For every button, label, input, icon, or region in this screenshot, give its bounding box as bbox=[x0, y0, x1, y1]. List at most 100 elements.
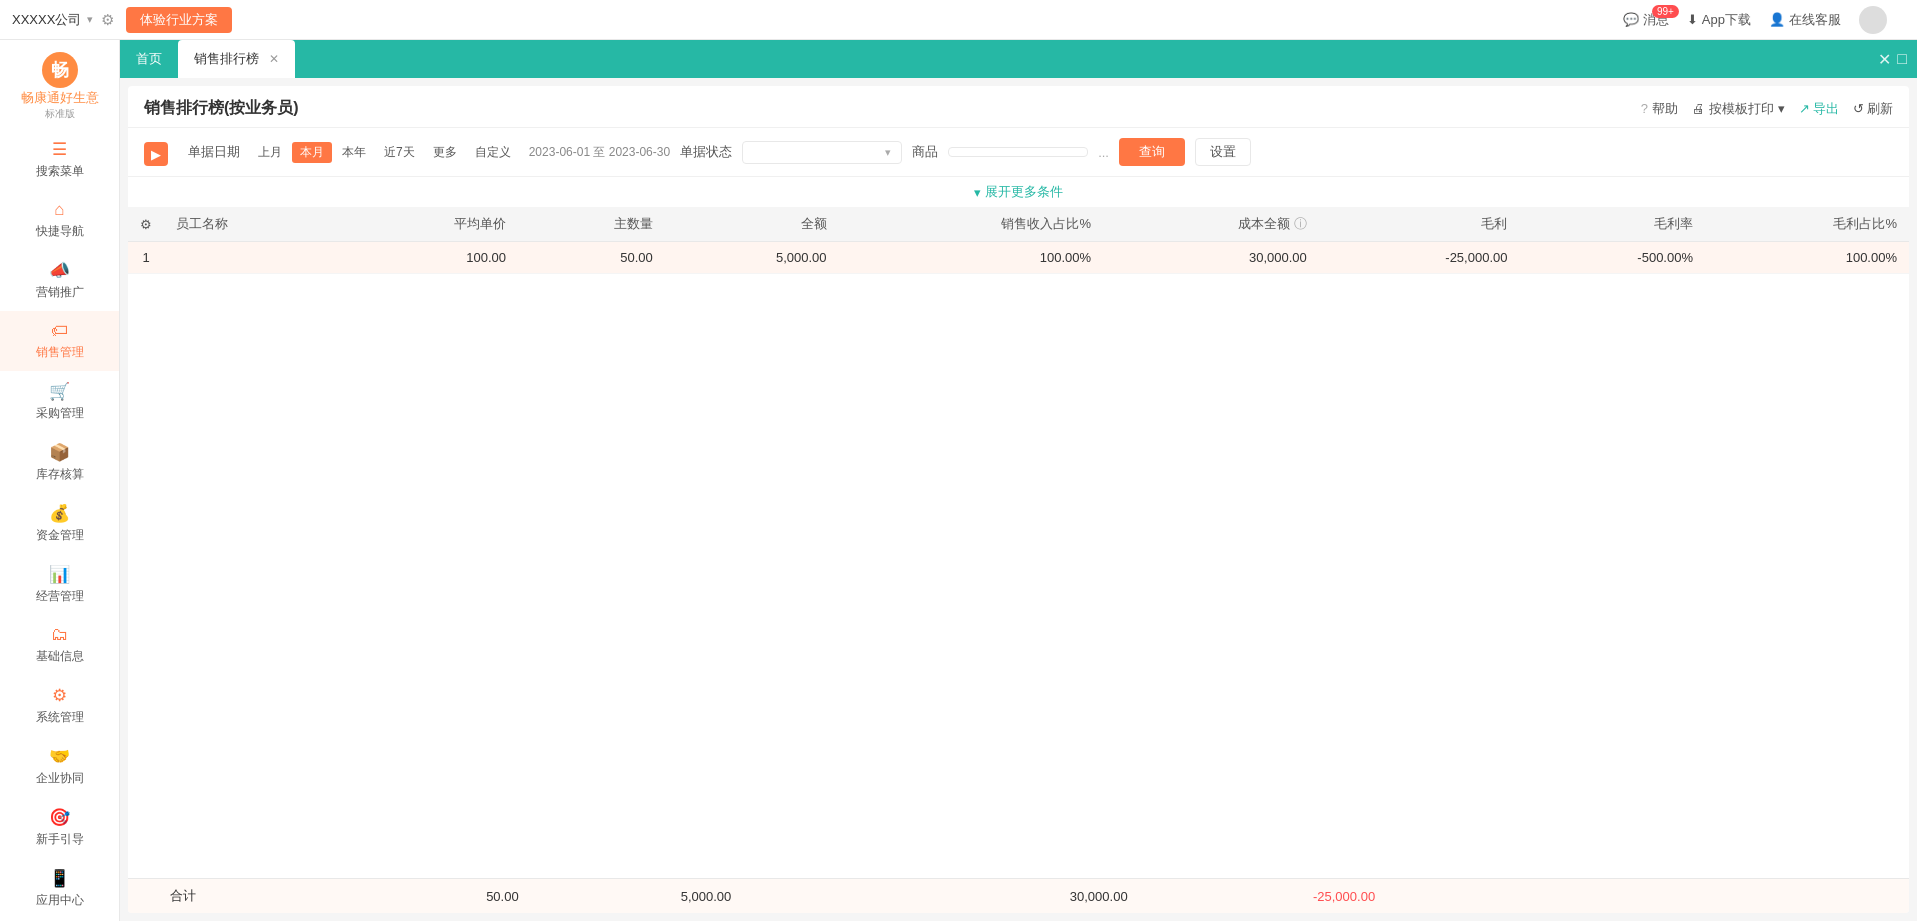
online-service-button[interactable]: 👤 在线客服 bbox=[1769, 11, 1841, 29]
cell-profit-pct: 100.00% bbox=[1705, 242, 1909, 274]
goods-input[interactable] bbox=[948, 147, 1088, 157]
date-tab-this-year[interactable]: 本年 bbox=[334, 142, 374, 163]
footer-amount: 5,000.00 bbox=[669, 879, 864, 913]
company-name: XXXXX公司 bbox=[12, 11, 81, 29]
main-content: 首页 销售排行榜 ✕ ✕ □ 销售排行榜(按业务员) ? 帮 bbox=[120, 40, 1917, 921]
date-tab-last-month[interactable]: 上月 bbox=[250, 142, 290, 163]
table-footer: 合计 50.00 5,000.00 30,000.00 -25,000.00 bbox=[128, 878, 1909, 913]
tab-sales-rank-label: 销售排行榜 bbox=[194, 50, 259, 68]
message-button[interactable]: 💬 消息 99+ bbox=[1623, 11, 1669, 29]
app-download-button[interactable]: ⬇ App下载 bbox=[1687, 11, 1751, 29]
sidebar-label-inventory: 库存核算 bbox=[36, 466, 84, 483]
tab-maximize-icon[interactable]: □ bbox=[1897, 50, 1907, 68]
date-tab-more[interactable]: 更多 bbox=[425, 142, 465, 163]
sidebar-item-quick-nav[interactable]: ⌂ 快捷导航 bbox=[0, 190, 119, 250]
page-header-actions: ? 帮助 🖨 按模板打印 ▾ ↗ 导出 ↺ bbox=[1641, 100, 1893, 118]
basic-icon: 🗂 bbox=[51, 625, 68, 645]
guide-icon: 🎯 bbox=[49, 807, 70, 828]
export-icon: ↗ bbox=[1799, 101, 1810, 116]
help-button[interactable]: ? 帮助 bbox=[1641, 100, 1678, 118]
company-gear-icon[interactable]: ⚙ bbox=[101, 11, 114, 29]
footer-sales-pct bbox=[863, 879, 1058, 913]
sidebar-item-operation[interactable]: 📊 经营管理 bbox=[0, 554, 119, 615]
sidebar-item-finance[interactable]: 💰 资金管理 bbox=[0, 493, 119, 554]
query-button[interactable]: 查询 bbox=[1119, 138, 1185, 166]
logo-text: 畅康通好生意 bbox=[21, 90, 99, 107]
purchase-icon: 🛒 bbox=[49, 381, 70, 402]
col-sales-pct: 销售收入占比% bbox=[839, 207, 1104, 242]
export-button[interactable]: ↗ 导出 bbox=[1799, 100, 1839, 118]
footer-table: 合计 50.00 5,000.00 30,000.00 -25,000.00 bbox=[128, 879, 1909, 913]
filter-area: ▶ 单据日期 上月 本月 本年 近7天 更多 自定义 2023-06-01 至 … bbox=[128, 128, 1909, 177]
col-name: 员工名称 bbox=[164, 207, 341, 242]
avatar[interactable] bbox=[1859, 6, 1887, 34]
col-main-qty: 主数量 bbox=[518, 207, 665, 242]
operation-icon: 📊 bbox=[49, 564, 70, 585]
tab-home[interactable]: 首页 bbox=[120, 40, 178, 78]
sidebar-label-finance: 资金管理 bbox=[36, 527, 84, 544]
main-layout: 畅 畅康通好生意 标准版 ☰ 搜索菜单 ⌂ 快捷导航 📣 营销推广 🏷 销售管理… bbox=[0, 40, 1917, 921]
sidebar-item-inventory[interactable]: 📦 库存核算 bbox=[0, 432, 119, 493]
col-profit: 毛利 bbox=[1319, 207, 1520, 242]
logo-version: 标准版 bbox=[45, 107, 75, 121]
more-filter-button[interactable]: ... bbox=[1098, 145, 1109, 160]
message-badge: 99+ bbox=[1652, 5, 1679, 18]
sidebar-label-operation: 经营管理 bbox=[36, 588, 84, 605]
footer-profit-pct bbox=[1714, 879, 1909, 913]
company-chevron-icon: ▾ bbox=[87, 13, 93, 26]
page-title: 销售排行榜(按业务员) bbox=[144, 98, 299, 119]
tab-sales-rank[interactable]: 销售排行榜 ✕ bbox=[178, 40, 295, 78]
settings-button[interactable]: 设置 bbox=[1195, 138, 1251, 166]
inventory-icon: 📦 bbox=[49, 442, 70, 463]
date-tab-this-month[interactable]: 本月 bbox=[292, 142, 332, 163]
goods-label: 商品 bbox=[912, 143, 938, 161]
refresh-button[interactable]: ↺ 刷新 bbox=[1853, 100, 1893, 118]
date-tab-7days[interactable]: 近7天 bbox=[376, 142, 423, 163]
cell-sales-pct: 100.00% bbox=[839, 242, 1104, 274]
footer-empty1 bbox=[128, 879, 158, 913]
cell-main-qty: 50.00 bbox=[518, 242, 665, 274]
col-avg-price: 平均单价 bbox=[341, 207, 518, 242]
trial-button[interactable]: 体验行业方案 bbox=[126, 7, 232, 33]
date-label: 单据日期 bbox=[188, 143, 240, 161]
footer-main-qty: 50.00 bbox=[474, 879, 669, 913]
tab-close-icon[interactable]: ✕ bbox=[269, 52, 279, 66]
print-chevron-icon: ▾ bbox=[1778, 101, 1785, 116]
sidebar-item-search[interactable]: ☰ 搜索菜单 bbox=[0, 129, 119, 190]
filter-toggle-button[interactable]: ▶ bbox=[144, 142, 168, 166]
status-select[interactable]: ▾ bbox=[742, 141, 902, 164]
page-content: 销售排行榜(按业务员) ? 帮助 🖨 按模板打印 ▾ ↗ bbox=[120, 78, 1917, 921]
sidebar-label-enterprise: 企业协同 bbox=[36, 770, 84, 787]
search-menu-icon: ☰ bbox=[52, 139, 67, 160]
footer-profit-rate bbox=[1520, 879, 1715, 913]
sidebar-item-marketing[interactable]: 📣 营销推广 bbox=[0, 250, 119, 311]
sidebar-item-system[interactable]: ⚙ 系统管理 bbox=[0, 675, 119, 736]
col-settings-icon[interactable]: ⚙ bbox=[128, 207, 164, 242]
template-print-button[interactable]: 🖨 按模板打印 ▾ bbox=[1692, 100, 1785, 118]
company-selector[interactable]: XXXXX公司 ▾ bbox=[12, 11, 93, 29]
expand-more-button[interactable]: ▾ 展开更多条件 bbox=[128, 177, 1909, 207]
tab-close-window-icon[interactable]: ✕ bbox=[1878, 50, 1891, 69]
sidebar-label-apps: 应用中心 bbox=[36, 892, 84, 909]
date-tabs: 上月 本月 本年 近7天 更多 自定义 bbox=[250, 142, 519, 163]
sidebar-item-guide[interactable]: 🎯 新手引导 bbox=[0, 797, 119, 858]
page-inner: 销售排行榜(按业务员) ? 帮助 🖨 按模板打印 ▾ ↗ bbox=[128, 86, 1909, 913]
footer-label: 合计 bbox=[158, 879, 280, 913]
cell-profit: -25,000.00 bbox=[1319, 242, 1520, 274]
sidebar-item-enterprise[interactable]: 🤝 企业协同 bbox=[0, 736, 119, 797]
sidebar-item-apps[interactable]: 📱 应用中心 bbox=[0, 858, 119, 919]
cell-rank: 1 bbox=[128, 242, 164, 274]
footer-profit: -25,000.00 bbox=[1301, 879, 1520, 913]
table-body: 1 100.00 50.00 5,000.00 100.00% 30,000.0… bbox=[128, 242, 1909, 274]
status-label: 单据状态 bbox=[680, 143, 732, 161]
logo-icon: 畅 bbox=[42, 52, 78, 88]
sidebar-item-basic[interactable]: 🗂 基础信息 bbox=[0, 615, 119, 675]
enterprise-icon: 🤝 bbox=[49, 746, 70, 767]
sidebar-item-purchase[interactable]: 🛒 采购管理 bbox=[0, 371, 119, 432]
sidebar-label-system: 系统管理 bbox=[36, 709, 84, 726]
sidebar-label-basic: 基础信息 bbox=[36, 648, 84, 665]
sidebar-item-sales[interactable]: 🏷 销售管理 bbox=[0, 311, 119, 371]
system-icon: ⚙ bbox=[52, 685, 67, 706]
date-tab-custom[interactable]: 自定义 bbox=[467, 142, 519, 163]
table-row: 1 100.00 50.00 5,000.00 100.00% 30,000.0… bbox=[128, 242, 1909, 274]
